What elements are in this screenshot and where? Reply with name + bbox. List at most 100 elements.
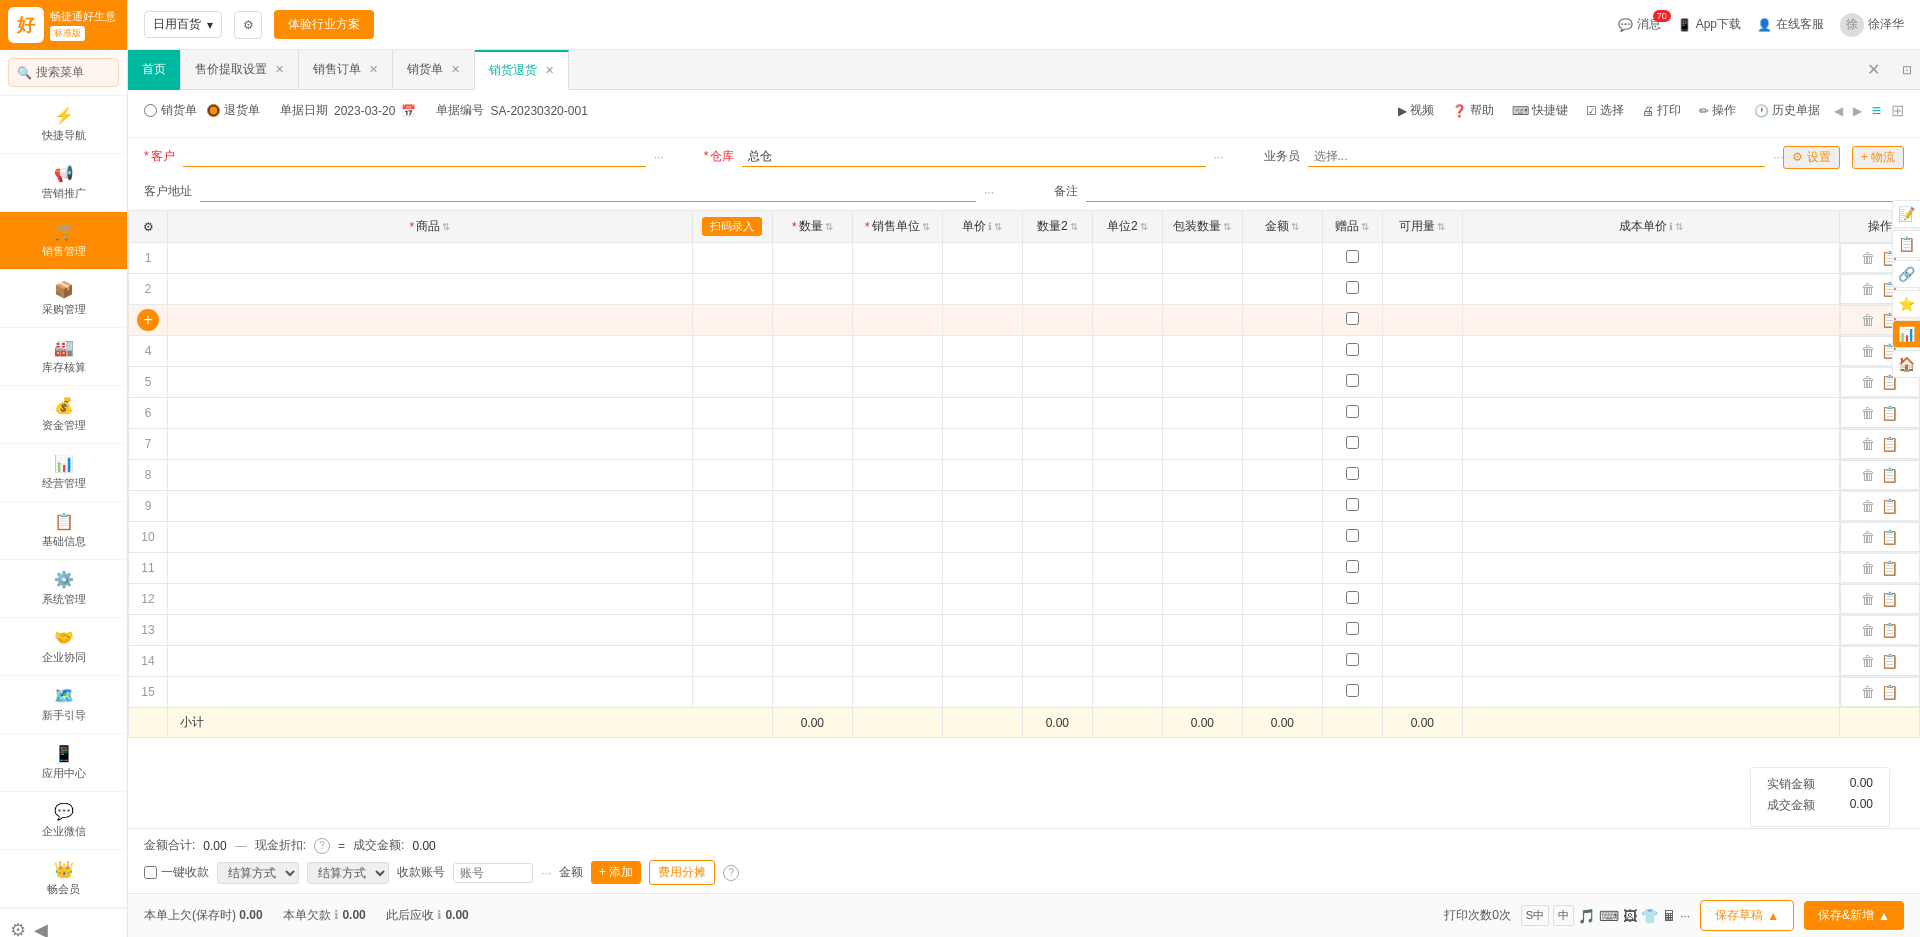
available-cell[interactable] [1382, 367, 1462, 398]
data-cell[interactable] [942, 553, 1022, 584]
data-cell[interactable] [1092, 367, 1162, 398]
data-cell[interactable] [1162, 398, 1242, 429]
available-cell[interactable] [1382, 429, 1462, 460]
data-cell[interactable] [1242, 615, 1322, 646]
delete-row-button[interactable]: 🗑 [1861, 684, 1875, 700]
available-cell[interactable] [1382, 491, 1462, 522]
sidebar-item-member[interactable]: 👑 畅会员 [0, 850, 127, 908]
data-cell[interactable] [772, 429, 852, 460]
sort-qty-icon[interactable]: ⇅ [825, 221, 833, 232]
available-cell[interactable] [1382, 615, 1462, 646]
data-cell[interactable] [1092, 460, 1162, 491]
gift-checkbox[interactable] [1346, 498, 1359, 511]
data-cell[interactable] [772, 522, 852, 553]
data-cell[interactable] [1022, 398, 1092, 429]
gift-checkbox[interactable] [1346, 405, 1359, 418]
data-cell[interactable] [852, 398, 942, 429]
product-cell[interactable] [168, 522, 693, 553]
copy-row-button[interactable]: 📋 [1881, 467, 1898, 483]
available-cell[interactable] [1382, 646, 1462, 677]
status-item-1-info[interactable]: ℹ [334, 908, 339, 922]
available-cell[interactable] [1382, 584, 1462, 615]
th-settings[interactable]: ⚙ [129, 211, 168, 243]
sort-gift-icon[interactable]: ⇅ [1361, 221, 1369, 232]
delete-row-button[interactable]: 🗑 [1861, 343, 1875, 359]
sort-pack-icon[interactable]: ⇅ [1223, 221, 1231, 232]
sidebar-item-quick-nav[interactable]: ⚡ 快捷导航 [0, 96, 127, 154]
data-cell[interactable] [1092, 398, 1162, 429]
fee-split-button[interactable]: 费用分摊 [649, 860, 715, 885]
data-cell[interactable] [772, 677, 852, 708]
data-cell[interactable] [1242, 584, 1322, 615]
data-cell[interactable] [1092, 646, 1162, 677]
copy-row-button[interactable]: 📋 [1881, 498, 1898, 514]
data-cell[interactable] [1022, 646, 1092, 677]
scan-button[interactable]: 扫码录入 [702, 217, 762, 236]
sidebar-item-operations[interactable]: 📊 经营管理 [0, 444, 127, 502]
settings-button[interactable]: ⚙ 设置 [1783, 146, 1839, 169]
data-cell[interactable] [942, 677, 1022, 708]
product-cell[interactable] [168, 615, 693, 646]
available-cell[interactable] [1382, 336, 1462, 367]
data-cell[interactable] [1092, 677, 1162, 708]
data-cell[interactable] [772, 615, 852, 646]
close-sale-order-icon[interactable]: ✕ [369, 63, 378, 76]
nav-next-icon[interactable]: ▶ [1853, 104, 1862, 118]
sidebar-item-system[interactable]: ⚙️ 系统管理 [0, 560, 127, 618]
tab-sale-out[interactable]: 销货单 ✕ [393, 50, 475, 90]
sale-radio-label[interactable]: 销货单 [144, 102, 197, 119]
data-cell[interactable] [1022, 429, 1092, 460]
close-sale-price-icon[interactable]: ✕ [275, 63, 284, 76]
music-icon[interactable]: 🎵 [1578, 908, 1595, 924]
warehouse-dots[interactable]: ··· [1214, 150, 1224, 164]
delete-row-button[interactable]: 🗑 [1861, 653, 1875, 669]
address-input[interactable] [200, 181, 976, 202]
sidebar-item-purchase[interactable]: 📦 采购管理 [0, 270, 127, 328]
data-cell[interactable] [852, 615, 942, 646]
collapse-icon[interactable]: ◀ [34, 919, 48, 937]
data-cell[interactable] [1242, 460, 1322, 491]
video-button[interactable]: ▶ 视频 [1394, 100, 1438, 121]
add-row-button[interactable]: + [137, 309, 159, 331]
data-cell[interactable] [852, 677, 942, 708]
data-cell[interactable] [1022, 367, 1092, 398]
copy-row-button[interactable]: 📋 [1881, 560, 1898, 576]
select-button[interactable]: ☑ 选择 [1582, 100, 1628, 121]
cost-price-cell[interactable] [1462, 398, 1839, 429]
data-cell[interactable] [852, 491, 942, 522]
data-cell[interactable] [1162, 584, 1242, 615]
data-cell[interactable] [852, 584, 942, 615]
available-cell[interactable] [1382, 553, 1462, 584]
data-cell[interactable] [942, 243, 1022, 274]
cost-price-cell[interactable] [1462, 336, 1839, 367]
account-input[interactable] [453, 863, 533, 883]
salesperson-dots[interactable]: ··· [1773, 150, 1783, 164]
warehouse-input[interactable] [742, 146, 1205, 167]
message-button[interactable]: 💬 消息 70 [1618, 16, 1661, 33]
data-cell[interactable] [1162, 367, 1242, 398]
sidebar-item-inventory[interactable]: 🏭 库存核算 [0, 328, 127, 386]
fee-help-icon[interactable]: ? [723, 865, 739, 881]
gift-checkbox[interactable] [1346, 684, 1359, 697]
cost-price-cell[interactable] [1462, 522, 1839, 553]
cost-price-cell[interactable] [1462, 460, 1839, 491]
copy-row-button[interactable]: 📋 [1881, 529, 1898, 545]
data-cell[interactable] [1162, 646, 1242, 677]
unit-price-info-icon[interactable]: ℹ [988, 221, 992, 232]
nav-prev-icon[interactable]: ◀ [1834, 104, 1843, 118]
close-all-tabs-button[interactable]: ✕ [1857, 60, 1890, 79]
data-cell[interactable] [942, 429, 1022, 460]
data-cell[interactable] [852, 646, 942, 677]
data-cell[interactable] [772, 243, 852, 274]
available-cell[interactable] [1382, 243, 1462, 274]
sort-product-icon[interactable]: ⇅ [442, 221, 450, 232]
data-cell[interactable] [1242, 336, 1322, 367]
delete-row-button[interactable]: 🗑 [1861, 529, 1875, 545]
product-cell[interactable] [168, 646, 693, 677]
tab-sale-price[interactable]: 售价提取设置 ✕ [181, 50, 299, 90]
cost-price-cell[interactable] [1462, 367, 1839, 398]
sort-available-icon[interactable]: ⇅ [1437, 221, 1445, 232]
data-cell[interactable] [1162, 491, 1242, 522]
status-item-3-info[interactable]: ℹ [437, 908, 442, 922]
sidebar-item-apps[interactable]: 📱 应用中心 [0, 734, 127, 792]
